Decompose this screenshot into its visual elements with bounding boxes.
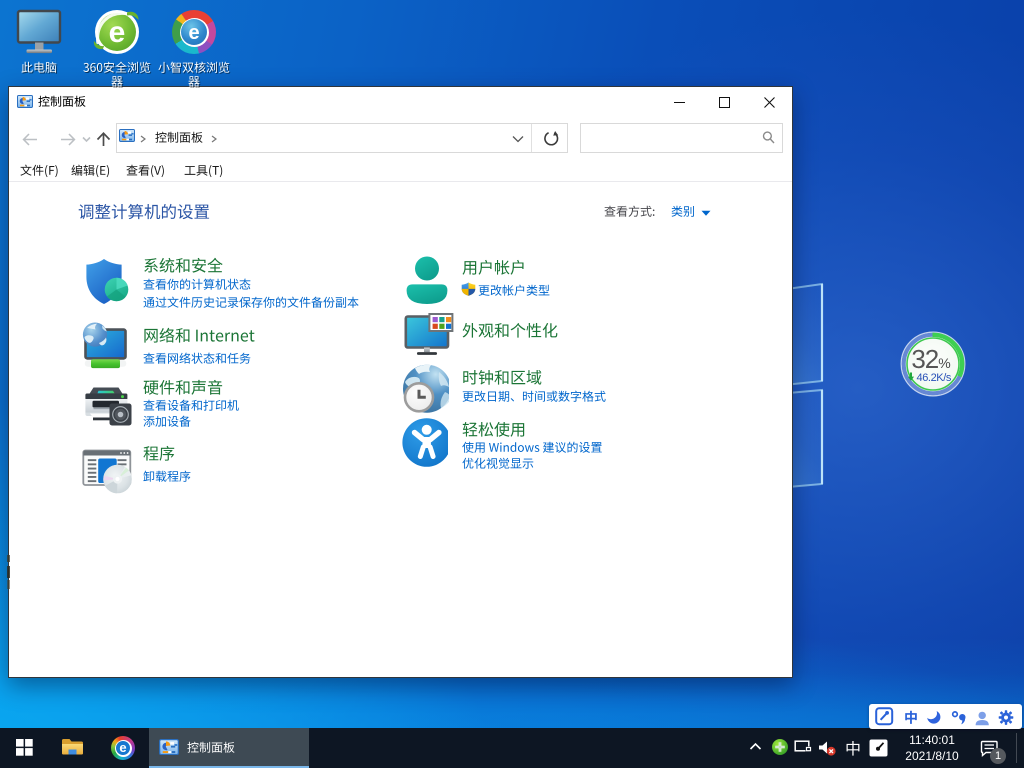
svg-text:e: e — [188, 22, 199, 44]
svg-text:e: e — [109, 16, 126, 49]
